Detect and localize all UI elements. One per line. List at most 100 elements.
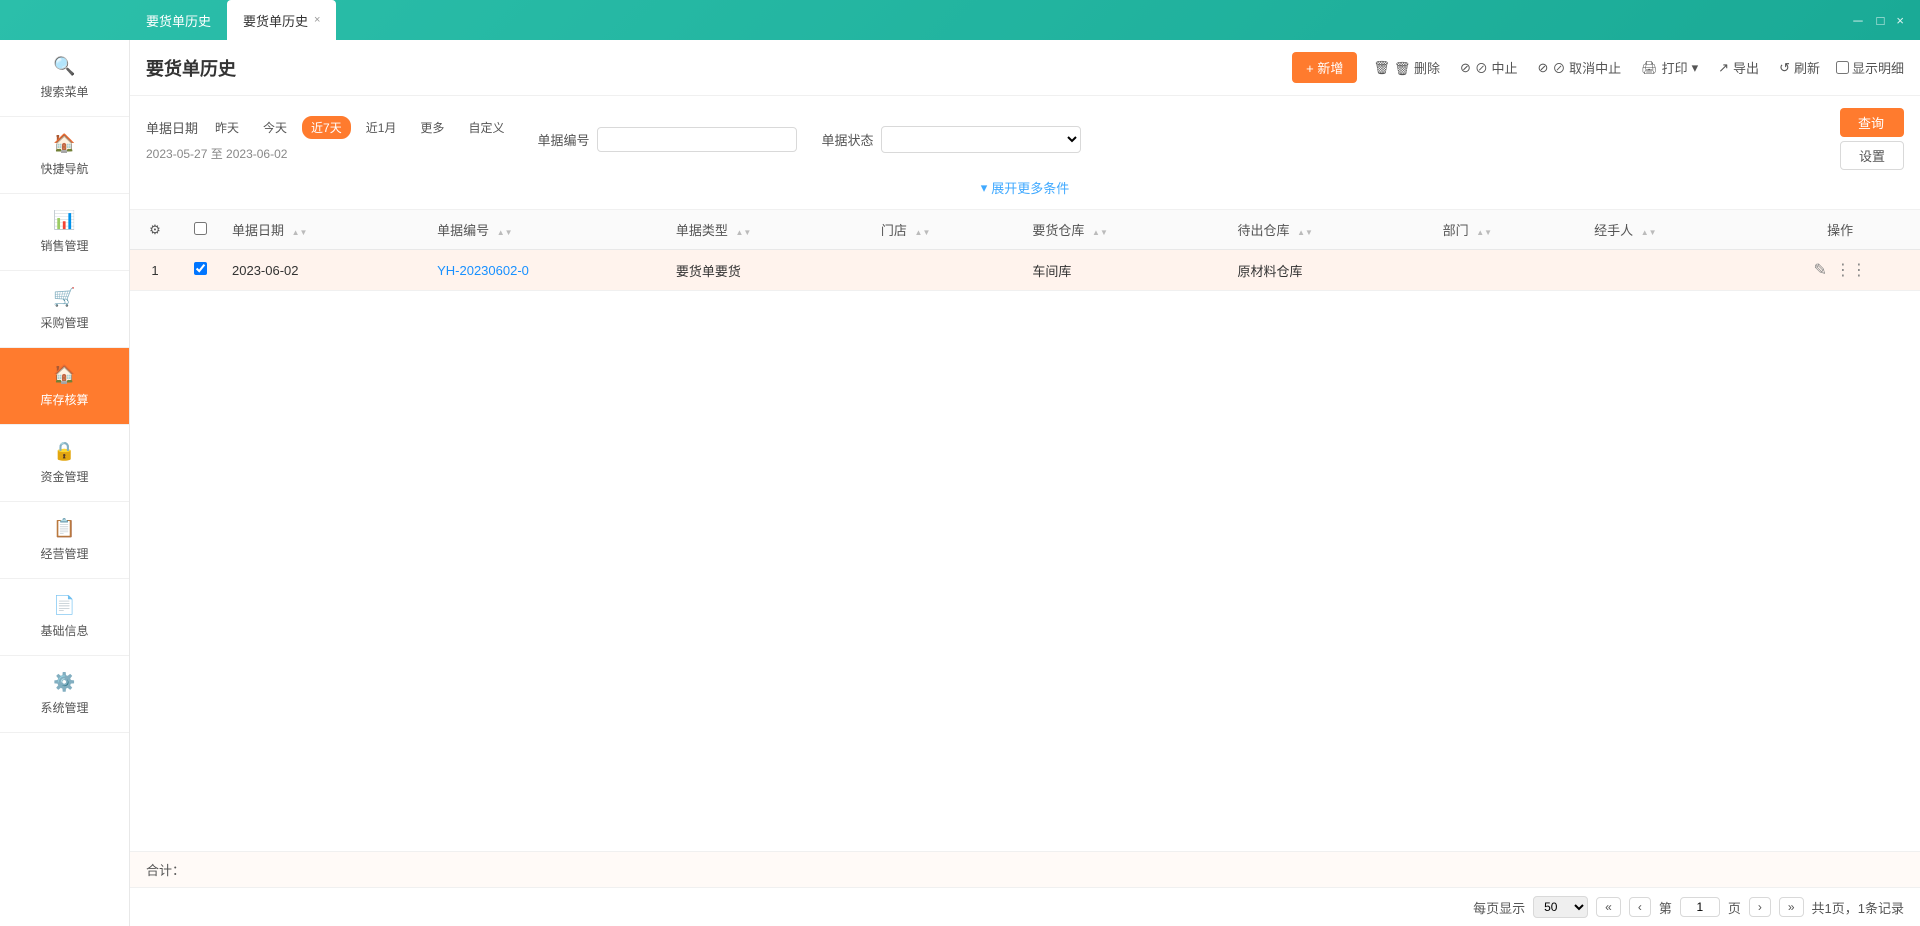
date-btn-custom[interactable]: 自定义 [459,116,513,139]
col-checkbox [180,210,220,250]
sort-handler-icon[interactable]: ▲▼ [1641,229,1657,237]
print-label: 打印 [1662,58,1688,77]
row-num: 1 [130,250,180,291]
date-btn-yesterday[interactable]: 昨天 [206,116,248,139]
more-icon[interactable]: ⋮⋮ [1835,260,1867,280]
date-btn-more[interactable]: 更多 [411,116,453,139]
export-label: 导出 [1733,58,1759,77]
print-icon: 🖨 [1641,60,1658,76]
cancel-stop-icon: ⊘ [1538,60,1549,76]
sort-pending-wh-icon[interactable]: ▲▼ [1297,229,1313,237]
row-action-cell: ✎ ⋮⋮ [1760,250,1920,291]
doc-status-select[interactable] [881,126,1081,153]
sidebar: 🔍 搜索菜单 🏠 快捷导航 📊 销售管理 🛒 采购管理 🏠 库存核算 🔒 资金管… [0,40,130,926]
sidebar-item-inventory[interactable]: 🏠 库存核算 [0,348,129,425]
refresh-icon: ↺ [1779,60,1790,76]
row-doc-no-link[interactable]: YH-20230602-0 [437,263,529,278]
prev-page-button[interactable]: ‹ [1629,897,1651,917]
sidebar-item-sales-mgmt[interactable]: 📊 销售管理 [0,194,129,271]
new-button[interactable]: + 新增 [1292,52,1357,83]
col-handler-label: 经手人 [1594,223,1633,238]
delete-button[interactable]: 🗑 🗑 删除 [1369,54,1444,81]
row-checkbox-cell [180,250,220,291]
col-department-label: 部门 [1443,223,1469,238]
tab-purchase-history[interactable]: 要货单历史 × [227,0,336,40]
gear-icon: ⚙️ [53,672,75,693]
edit-icon[interactable]: ✎ [1813,260,1826,280]
page-input[interactable] [1680,897,1720,917]
table-container: ⚙ 单据日期 ▲▼ 单据编号 ▲▼ [130,210,1920,851]
table-body: 1 2023-06-02 YH-20230602-0 要货单要货 车间库 [130,250,1920,291]
date-range-display: 2023-05-27 至 2023-06-02 [146,145,513,162]
col-req-warehouse-label: 要货仓库 [1032,223,1084,238]
sidebar-item-purchase-mgmt[interactable]: 🛒 采购管理 [0,271,129,348]
top-bar-right: － □ × [1852,11,1920,30]
per-page-select[interactable]: 20 50 100 200 [1533,896,1588,918]
date-btn-today[interactable]: 今天 [254,116,296,139]
col-date: 单据日期 ▲▼ [220,210,425,250]
document-icon: 📄 [53,595,75,616]
refresh-button[interactable]: ↺ 刷新 [1775,54,1824,81]
sort-date-icon[interactable]: ▲▼ [292,229,308,237]
window-maximize-icon[interactable]: □ [1877,13,1885,28]
sidebar-item-basic-info-label: 基础信息 [40,622,88,639]
display-detail-toggle[interactable]: 显示明细 [1836,58,1904,77]
per-page-label: 每页显示 [1473,898,1525,917]
sidebar-item-operations-mgmt[interactable]: 📋 经营管理 [0,502,129,579]
print-dropdown-icon: ▾ [1692,60,1699,76]
sidebar-item-basic-info[interactable]: 📄 基础信息 [0,579,129,656]
tab-purchase-history-label: 要货单历史 [243,11,308,30]
col-store-label: 门店 [881,223,907,238]
next-page-button[interactable]: › [1749,897,1771,917]
toolbar: + 新增 🗑 🗑 删除 ⊘ ⊘ 中止 ⊘ ⊘ 取消中止 🖨 [1292,52,1904,83]
display-detail-checkbox[interactable] [1836,61,1849,74]
sidebar-item-purchase-mgmt-label: 采购管理 [40,314,88,331]
window-close-icon[interactable]: × [1896,13,1904,28]
row-req-warehouse: 车间库 [1020,250,1225,291]
refresh-label: 刷新 [1794,58,1820,77]
settings-button[interactable]: 设置 [1840,141,1904,170]
col-handler: 经手人 ▲▼ [1582,210,1760,250]
last-page-button[interactable]: » [1779,897,1804,917]
query-button[interactable]: 查询 [1840,108,1904,137]
export-button[interactable]: ↗ 导出 [1714,54,1763,81]
window-minimize-icon[interactable]: － [1852,11,1865,30]
cancel-stop-button[interactable]: ⊘ ⊘ 取消中止 [1534,54,1626,81]
sort-docno-icon[interactable]: ▲▼ [497,229,513,237]
sort-dept-icon[interactable]: ▲▼ [1476,229,1492,237]
sidebar-item-quick-nav[interactable]: 🏠 快捷导航 [0,117,129,194]
date-btn-1month[interactable]: 近1月 [357,116,406,139]
sidebar-item-system-mgmt-label: 系统管理 [40,699,88,716]
action-buttons: 查询 设置 [1840,108,1904,170]
col-date-label: 单据日期 [232,223,284,238]
doc-number-input[interactable] [597,127,797,152]
date-btn-7days[interactable]: 近7天 [302,116,351,139]
delete-label: 🗑 删除 [1394,58,1440,77]
first-page-button[interactable]: « [1596,897,1621,917]
stop-button[interactable]: ⊘ ⊘ 中止 [1456,54,1522,81]
table-row: 1 2023-06-02 YH-20230602-0 要货单要货 车间库 [130,250,1920,291]
sidebar-item-system-mgmt[interactable]: ⚙️ 系统管理 [0,656,129,733]
search-icon: 🔍 [53,56,75,77]
filter-section: 单据日期 昨天 今天 近7天 近1月 更多 自定义 2023-05-27 至 2… [130,96,1920,210]
sidebar-item-finance-mgmt[interactable]: 🔒 资金管理 [0,425,129,502]
sort-req-wh-icon[interactable]: ▲▼ [1092,229,1108,237]
date-filter-top: 单据日期 昨天 今天 近7天 近1月 更多 自定义 [146,116,513,139]
expand-more-button[interactable]: ▾ 展开更多条件 [146,178,1904,197]
page-header: 要货单历史 + 新增 🗑 🗑 删除 ⊘ ⊘ 中止 ⊘ ⊘ 取消中止 [130,40,1920,96]
print-button[interactable]: 🖨 打印 ▾ [1637,54,1702,81]
select-all-checkbox[interactable] [194,222,207,235]
row-handler [1582,250,1760,291]
sidebar-item-search-menu[interactable]: 🔍 搜索菜单 [0,40,129,117]
tab-close-icon[interactable]: × [314,14,320,26]
page-suffix: 页 [1728,898,1741,917]
doc-number-label: 单据编号 [537,130,589,149]
table-settings-col[interactable]: ⚙ [130,210,180,250]
row-checkbox[interactable] [194,262,207,275]
sort-store-icon[interactable]: ▲▼ [915,229,931,237]
delete-icon: 🗑 [1373,60,1390,76]
chart-icon: 📊 [53,210,75,231]
tab-home[interactable]: 要货单历史 [130,0,227,40]
sort-doctype-icon[interactable]: ▲▼ [735,229,751,237]
sidebar-item-sales-mgmt-label: 销售管理 [40,237,88,254]
